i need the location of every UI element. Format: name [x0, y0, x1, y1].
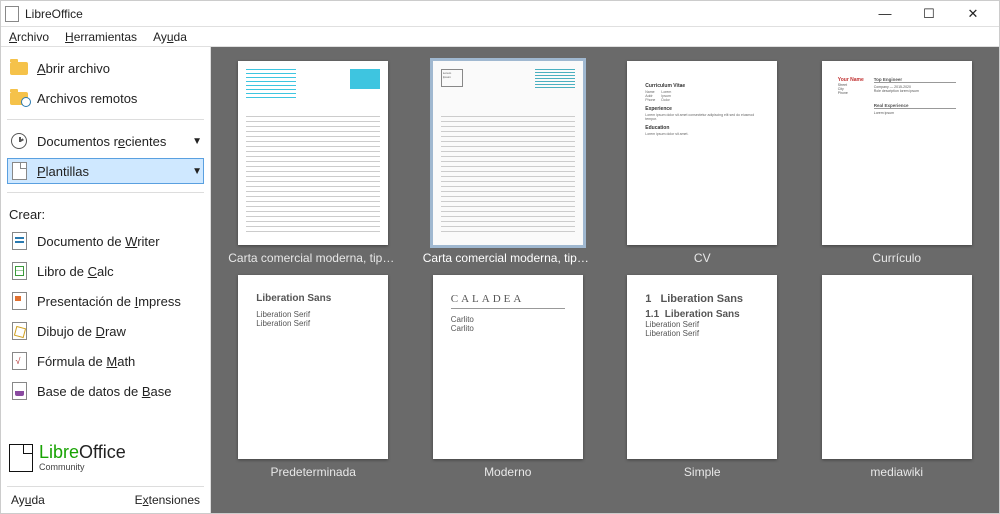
create-writer[interactable]: Documento de Writer	[7, 228, 204, 254]
minimize-button[interactable]: —	[863, 1, 907, 27]
calc-icon	[9, 262, 29, 280]
template-thumbnail: Curriculum VitaeNameAddrPhoneLoremIpsumD…	[627, 61, 777, 245]
window: LibreOffice — ☐ ✕ Archivo Herramientas A…	[0, 0, 1000, 514]
template-tile[interactable]: CALADEACarlitoCarlito Moderno	[416, 275, 601, 479]
templates-label: Plantillas	[37, 164, 89, 179]
math-icon	[9, 352, 29, 370]
menu-ayuda[interactable]: Ayuda	[153, 30, 187, 44]
logo-text: LibreOffice Community	[39, 443, 126, 472]
open-file-label: Abrir archivo	[37, 61, 110, 76]
create-base[interactable]: Base de datos de Base	[7, 378, 204, 404]
math-label: Fórmula de Math	[37, 354, 135, 369]
sidebar-footer: Ayuda Extensiones	[7, 486, 204, 509]
template-grid: Carta comercial moderna, tipografía...Lo…	[221, 61, 989, 479]
template-thumbnail	[238, 61, 388, 245]
help-link[interactable]: Ayuda	[11, 493, 45, 507]
template-caption: Moderno	[484, 465, 531, 479]
body: Abrir archivo Archivos remotos Documento…	[1, 47, 999, 513]
create-label: Crear:	[7, 201, 204, 224]
open-file[interactable]: Abrir archivo	[7, 55, 204, 81]
separator	[7, 119, 204, 120]
chevron-down-icon[interactable]: ▼	[192, 166, 202, 177]
logo: LibreOffice Community	[7, 437, 204, 478]
template-caption: Carta comercial moderna, tipografía...	[228, 251, 398, 265]
create-draw[interactable]: Dibujo de Draw	[7, 318, 204, 344]
menu-herramientas[interactable]: Herramientas	[65, 30, 137, 44]
writer-icon	[9, 232, 29, 250]
templates[interactable]: Plantillas ▼	[7, 158, 204, 184]
impress-label: Presentación de Impress	[37, 294, 181, 309]
recent-documents[interactable]: Documentos recientes ▼	[7, 128, 204, 154]
app-icon	[5, 6, 19, 22]
template-thumbnail: Liberation SansLiberation SerifLiberatio…	[238, 275, 388, 459]
create-calc[interactable]: Libro de Calc	[7, 258, 204, 284]
draw-label: Dibujo de Draw	[37, 324, 126, 339]
template-caption: CV	[694, 251, 711, 265]
create-math[interactable]: Fórmula de Math	[7, 348, 204, 374]
folder-icon	[9, 59, 29, 77]
remote-folder-icon	[9, 89, 29, 107]
calc-label: Libro de Calc	[37, 264, 114, 279]
base-label: Base de datos de Base	[37, 384, 171, 399]
chevron-down-icon[interactable]: ▼	[192, 136, 202, 147]
recent-label: Documentos recientes	[37, 134, 166, 149]
template-caption: Currículo	[872, 251, 921, 265]
template-tile[interactable]: Carta comercial moderna, tipografía...	[221, 61, 406, 265]
template-caption: Simple	[684, 465, 721, 479]
remote-files-label: Archivos remotos	[37, 91, 137, 106]
template-tile[interactable]: Curriculum VitaeNameAddrPhoneLoremIpsumD…	[610, 61, 795, 265]
create-impress[interactable]: Presentación de Impress	[7, 288, 204, 314]
template-thumbnail: CALADEACarlitoCarlito	[433, 275, 583, 459]
close-button[interactable]: ✕	[951, 1, 995, 27]
template-tile[interactable]: LoremIpsum Carta comercial moderna, tipog…	[416, 61, 601, 265]
window-title: LibreOffice	[25, 7, 863, 21]
separator	[7, 192, 204, 193]
extensions-link[interactable]: Extensiones	[135, 493, 200, 507]
template-icon	[9, 162, 29, 180]
template-tile[interactable]: mediawiki	[805, 275, 990, 479]
template-caption: Carta comercial moderna, tipografía...	[423, 251, 593, 265]
impress-icon	[9, 292, 29, 310]
menubar: Archivo Herramientas Ayuda	[1, 27, 999, 47]
remote-files[interactable]: Archivos remotos	[7, 85, 204, 111]
logo-icon	[9, 444, 33, 472]
template-tile[interactable]: 1 Liberation Sans1.1 Liberation SansLibe…	[610, 275, 795, 479]
template-thumbnail: LoremIpsum	[433, 61, 583, 245]
template-thumbnail	[822, 275, 972, 459]
template-thumbnail: Your NameStreetCityPhoneTop EngineerComp…	[822, 61, 972, 245]
menu-archivo[interactable]: Archivo	[9, 30, 49, 44]
draw-icon	[9, 322, 29, 340]
clock-icon	[9, 132, 29, 150]
template-tile[interactable]: Liberation SansLiberation SerifLiberatio…	[221, 275, 406, 479]
template-tile[interactable]: Your NameStreetCityPhoneTop EngineerComp…	[805, 61, 990, 265]
template-caption: mediawiki	[870, 465, 923, 479]
writer-label: Documento de Writer	[37, 234, 160, 249]
template-caption: Predeterminada	[271, 465, 356, 479]
base-icon	[9, 382, 29, 400]
template-thumbnail: 1 Liberation Sans1.1 Liberation SansLibe…	[627, 275, 777, 459]
maximize-button[interactable]: ☐	[907, 1, 951, 27]
template-gallery: Carta comercial moderna, tipografía...Lo…	[211, 47, 999, 513]
sidebar: Abrir archivo Archivos remotos Documento…	[1, 47, 211, 513]
titlebar: LibreOffice — ☐ ✕	[1, 1, 999, 27]
